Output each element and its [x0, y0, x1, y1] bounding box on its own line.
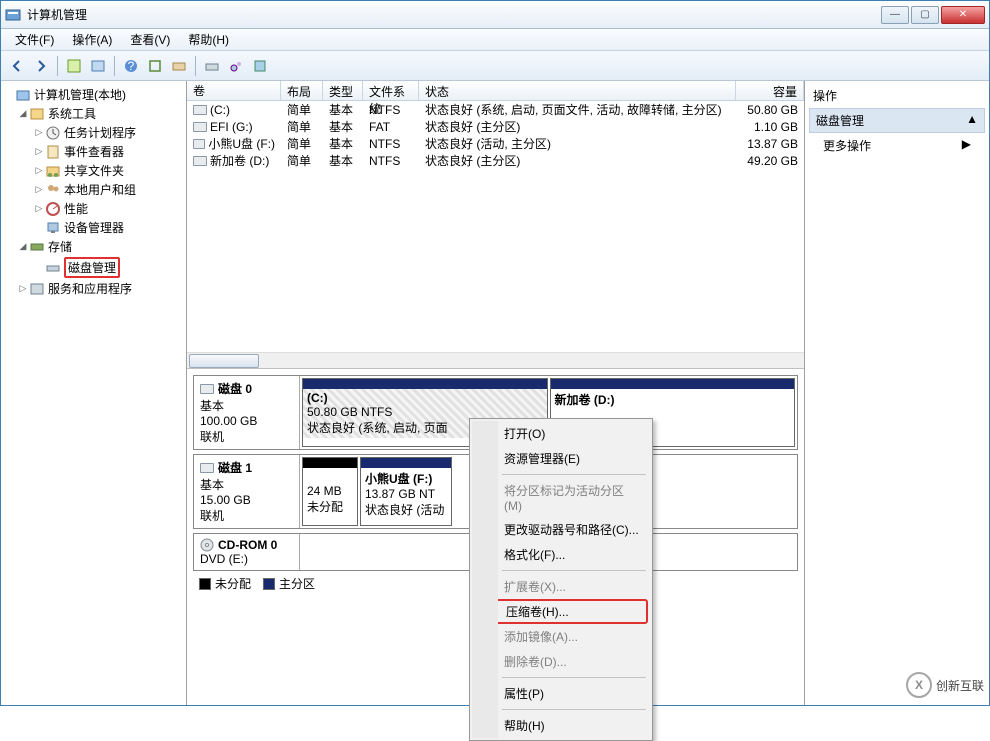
ctx-format[interactable]: 格式化(F)...	[472, 542, 650, 567]
partition-f[interactable]: 小熊U盘 (F:)13.87 GB NT状态良好 (活动	[360, 457, 452, 526]
svg-text:?: ?	[128, 59, 135, 73]
ctx-mirror: 添加镜像(A)...	[472, 624, 650, 649]
forward-button[interactable]	[31, 56, 51, 76]
cdrom-icon	[200, 538, 214, 552]
tree-performance[interactable]: ▷性能	[3, 199, 184, 218]
col-status: 状态	[419, 81, 736, 100]
legend-unalloc-swatch	[199, 578, 211, 590]
tb-icon-3[interactable]	[145, 56, 165, 76]
ctx-help[interactable]: 帮助(H)	[472, 713, 650, 738]
ctx-properties[interactable]: 属性(P)	[472, 681, 650, 706]
tree-task-scheduler[interactable]: ▷任务计划程序	[3, 123, 184, 142]
close-button[interactable]: ✕	[941, 6, 985, 24]
title-bar: 计算机管理 — ▢ ✕	[1, 1, 989, 29]
volume-list: 卷 布局 类型 文件系统 状态 容量 (C:)简单基本NTFS状态良好 (系统,…	[187, 81, 804, 369]
volume-header[interactable]: 卷 布局 类型 文件系统 状态 容量	[187, 81, 804, 101]
ctx-delete: 删除卷(D)...	[472, 649, 650, 674]
ctx-change-letter[interactable]: 更改驱动器号和路径(C)...	[472, 517, 650, 542]
watermark: X 创新互联	[906, 672, 984, 698]
tree-system-tools[interactable]: ◢系统工具	[3, 104, 184, 123]
nav-tree[interactable]: 计算机管理(本地) ◢系统工具 ▷任务计划程序 ▷事件查看器 ▷共享文件夹 ▷本…	[1, 81, 187, 705]
tree-local-users[interactable]: ▷本地用户和组	[3, 180, 184, 199]
legend-primary-swatch	[263, 578, 275, 590]
collapse-icon: ▲	[966, 112, 978, 129]
disk-info[interactable]: 磁盘 0 基本 100.00 GB 联机	[194, 376, 300, 449]
disk-info[interactable]: 磁盘 1 基本 15.00 GB 联机	[194, 455, 300, 528]
back-button[interactable]	[7, 56, 27, 76]
minimize-button[interactable]: —	[881, 6, 909, 24]
ctx-mark-active: 将分区标记为活动分区(M)	[472, 478, 650, 517]
chevron-right-icon: ▶	[962, 137, 971, 154]
ctx-open[interactable]: 打开(O)	[472, 421, 650, 446]
h-scrollbar[interactable]	[187, 352, 804, 368]
volume-row[interactable]: EFI (G:)简单基本FAT状态良好 (主分区)1.10 GB	[187, 118, 804, 135]
tree-services-apps[interactable]: ▷服务和应用程序	[3, 279, 184, 298]
tree-shared-folders[interactable]: ▷共享文件夹	[3, 161, 184, 180]
tb-icon-4[interactable]	[169, 56, 189, 76]
volume-row[interactable]: (C:)简单基本NTFS状态良好 (系统, 启动, 页面文件, 活动, 故障转储…	[187, 101, 804, 118]
volume-row[interactable]: 小熊U盘 (F:)简单基本NTFS状态良好 (活动, 主分区)13.87 GB	[187, 135, 804, 152]
tb-icon-7[interactable]	[250, 56, 270, 76]
disk-icon	[200, 463, 214, 473]
tb-icon-2[interactable]	[88, 56, 108, 76]
app-icon	[5, 7, 21, 23]
ctx-explorer[interactable]: 资源管理器(E)	[472, 446, 650, 471]
menu-bar: 文件(F) 操作(A) 查看(V) 帮助(H)	[1, 29, 989, 51]
tree-event-viewer[interactable]: ▷事件查看器	[3, 142, 184, 161]
tree-storage[interactable]: ◢存储	[3, 237, 184, 256]
watermark-icon: X	[906, 672, 932, 698]
volume-row[interactable]: 新加卷 (D:)简单基本NTFS状态良好 (主分区)49.20 GB	[187, 152, 804, 169]
tree-disk-management[interactable]: 磁盘管理	[3, 256, 184, 279]
maximize-button[interactable]: ▢	[911, 6, 939, 24]
actions-pane: 操作 磁盘管理▲ 更多操作▶	[805, 81, 989, 705]
tree-device-manager[interactable]: 设备管理器	[3, 218, 184, 237]
drive-icon	[193, 156, 207, 166]
ctx-shrink[interactable]: 压缩卷(H)...	[474, 599, 648, 624]
window-title: 计算机管理	[27, 6, 881, 23]
tree-root[interactable]: 计算机管理(本地)	[3, 85, 184, 104]
actions-title: 操作	[809, 85, 985, 106]
menu-view[interactable]: 查看(V)	[122, 29, 178, 50]
col-layout: 布局	[281, 81, 323, 100]
drive-icon	[193, 122, 207, 132]
actions-group-header[interactable]: 磁盘管理▲	[809, 108, 985, 133]
menu-file[interactable]: 文件(F)	[7, 29, 62, 50]
drive-icon	[193, 105, 207, 115]
actions-more[interactable]: 更多操作▶	[809, 133, 985, 158]
disk-icon	[200, 384, 214, 394]
menu-help[interactable]: 帮助(H)	[180, 29, 237, 50]
tb-icon-6[interactable]	[226, 56, 246, 76]
ctx-extend: 扩展卷(X)...	[472, 574, 650, 599]
col-volume: 卷	[187, 81, 281, 100]
col-capacity: 容量	[736, 81, 804, 100]
disk-info[interactable]: CD-ROM 0 DVD (E:)	[194, 534, 300, 570]
toolbar: ?	[1, 51, 989, 81]
col-type: 类型	[323, 81, 363, 100]
help-icon[interactable]: ?	[121, 56, 141, 76]
context-menu: 打开(O) 资源管理器(E) 将分区标记为活动分区(M) 更改驱动器号和路径(C…	[469, 418, 653, 741]
tb-icon-1[interactable]	[64, 56, 84, 76]
tb-icon-5[interactable]	[202, 56, 222, 76]
drive-icon	[193, 139, 205, 149]
watermark-text: 创新互联	[936, 677, 984, 694]
partition-unallocated[interactable]: 24 MB未分配	[302, 457, 358, 526]
menu-action[interactable]: 操作(A)	[64, 29, 120, 50]
col-fs: 文件系统	[363, 81, 419, 100]
